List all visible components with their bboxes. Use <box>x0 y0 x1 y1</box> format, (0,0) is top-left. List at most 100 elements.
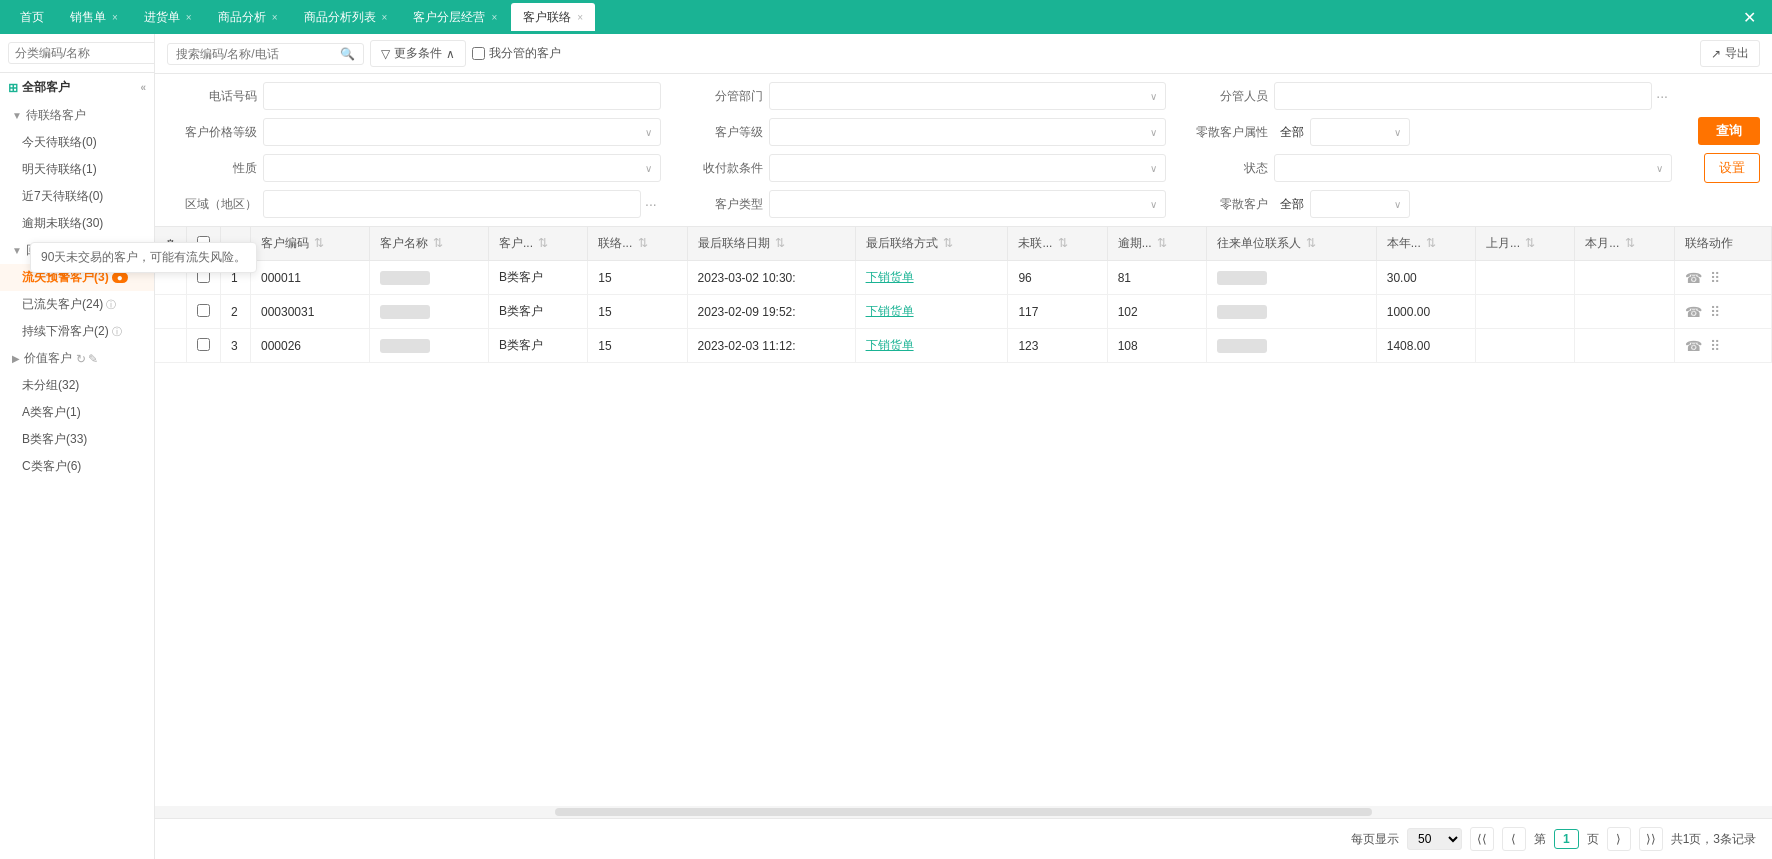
row-method-cell[interactable]: 下销货单 <box>855 295 1008 329</box>
tab-customer-contact-close[interactable]: × <box>577 12 583 23</box>
tab-sales-label: 销售单 <box>70 9 106 26</box>
col-customer-code[interactable]: 客户编码 ⇅ <box>251 227 370 261</box>
col-not-contacted[interactable]: 未联... ⇅ <box>1008 227 1107 261</box>
manager-select[interactable] <box>1274 82 1652 110</box>
tab-analysis[interactable]: 商品分析 × <box>206 3 290 31</box>
filter-icon: ▽ <box>381 47 390 61</box>
tab-home[interactable]: 首页 <box>8 3 56 31</box>
col-this-year[interactable]: 本年... ⇅ <box>1376 227 1475 261</box>
tab-purchase[interactable]: 进货单 × <box>132 3 204 31</box>
status-select[interactable]: ∨ <box>1274 154 1672 182</box>
more-icon-1[interactable]: ⠿ <box>1710 304 1720 320</box>
customer-type-select[interactable]: ∨ <box>769 190 1167 218</box>
export-button[interactable]: ↗ 导出 <box>1700 40 1760 67</box>
row-method-cell[interactable]: 下销货单 <box>855 261 1008 295</box>
more-icon-0[interactable]: ⠿ <box>1710 270 1720 286</box>
arrow-right-icon: ▶ <box>12 353 20 364</box>
col-contacts[interactable]: 联络... ⇅ <box>588 227 687 261</box>
payment-select[interactable]: ∨ <box>769 154 1167 182</box>
retail-attr-chevron-icon: ∨ <box>1394 127 1401 138</box>
collapse-icon[interactable]: « <box>140 82 146 93</box>
region-input[interactable] <box>263 190 641 218</box>
col-last-month[interactable]: 上月... ⇅ <box>1476 227 1575 261</box>
window-close-button[interactable]: ✕ <box>1735 8 1764 27</box>
last-page-btn[interactable]: ⟩⟩ <box>1639 827 1663 851</box>
tab-analysis-list-close[interactable]: × <box>382 12 388 23</box>
sidebar-item-class-a[interactable]: A类客户(1) <box>0 399 154 426</box>
customer-grade-label: 客户等级 <box>673 124 763 141</box>
per-page-select[interactable]: 50 100 <box>1407 828 1462 850</box>
current-page-number: 1 <box>1554 829 1579 849</box>
dept-select[interactable]: ∨ <box>769 82 1167 110</box>
col-not-contacted-label: 未联... <box>1018 236 1052 250</box>
sidebar-item-today[interactable]: 今天待联络(0) <box>0 129 154 156</box>
row-method-cell[interactable]: 下销货单 <box>855 329 1008 363</box>
tab-customer-contact[interactable]: 客户联络 × <box>511 3 595 31</box>
sidebar-item-ungrouped[interactable]: 未分组(32) <box>0 372 154 399</box>
refresh-icon[interactable]: ↻ <box>76 352 86 366</box>
col-customer-name[interactable]: 客户名称 ⇅ <box>370 227 489 261</box>
sidebar-item-tomorrow[interactable]: 明天待联络(1) <box>0 156 154 183</box>
tab-purchase-close[interactable]: × <box>186 12 192 23</box>
dept-chevron-icon: ∨ <box>1150 91 1157 102</box>
filter-row-4: 区域（地区） ··· 客户类型 ∨ 零散客户 <box>167 190 1672 218</box>
horizontal-scrollbar[interactable] <box>155 806 1772 818</box>
my-customers-checkbox-label[interactable]: 我分管的客户 <box>472 45 561 62</box>
churn-warning-badge: ● <box>112 272 128 283</box>
next-page-btn[interactable]: ⟩ <box>1607 827 1631 851</box>
retail-attr-select[interactable]: ∨ <box>1310 118 1410 146</box>
my-customers-checkbox[interactable] <box>472 47 485 60</box>
tab-sales[interactable]: 销售单 × <box>58 3 130 31</box>
tab-customer-tier[interactable]: 客户分层经营 × <box>401 3 509 31</box>
pending-group-label: 待联络客户 <box>26 107 86 124</box>
col-customer-type[interactable]: 客户... ⇅ <box>489 227 588 261</box>
sort-icon-code: ⇅ <box>314 236 324 250</box>
customer-grade-select[interactable]: ∨ <box>769 118 1167 146</box>
row-checkbox-1[interactable] <box>197 304 210 317</box>
row-code-cell: 00030031 <box>251 295 370 329</box>
sidebar-item-7days[interactable]: 近7天待联络(0) <box>0 183 154 210</box>
tab-customer-tier-close[interactable]: × <box>491 12 497 23</box>
tab-analysis-close[interactable]: × <box>272 12 278 23</box>
toolbar-search-input[interactable] <box>176 47 336 61</box>
query-button[interactable]: 查询 <box>1698 117 1760 145</box>
sidebar-item-class-b[interactable]: B类客户(33) <box>0 426 154 453</box>
contact-icon-0[interactable]: ☎ <box>1685 270 1702 286</box>
more-conditions-btn[interactable]: ▽ 更多条件 ∧ <box>370 40 466 67</box>
col-last-contact-method[interactable]: 最后联络方式 ⇅ <box>855 227 1008 261</box>
col-overdue[interactable]: 逾期... ⇅ <box>1107 227 1206 261</box>
sidebar-item-declining[interactable]: 持续下滑客户(2) ⓘ <box>0 318 154 345</box>
sidebar-group-pending: ▼ 待联络客户 今天待联络(0) 明天待联络(1) 近7天待联络(0) 逾期未联… <box>0 102 154 237</box>
settings-button[interactable]: 设置 <box>1704 153 1760 183</box>
phone-input[interactable] <box>263 82 661 110</box>
sidebar-search-input[interactable] <box>8 42 155 64</box>
sidebar-item-overdue[interactable]: 逾期未联络(30) <box>0 210 154 237</box>
row-this-month-cell <box>1575 295 1674 329</box>
scrollbar-thumb[interactable] <box>555 808 1372 816</box>
region-more-icon[interactable]: ··· <box>641 196 661 212</box>
tab-sales-close[interactable]: × <box>112 12 118 23</box>
row-code-cell: 000011 <box>251 261 370 295</box>
more-icon-2[interactable]: ⠿ <box>1710 338 1720 354</box>
sidebar-all-customers[interactable]: ⊞ 全部客户 « <box>0 73 154 102</box>
edit-icon[interactable]: ✎ <box>88 352 98 366</box>
prev-page-btn[interactable]: ⟨ <box>1502 827 1526 851</box>
row-checkbox-2[interactable] <box>197 338 210 351</box>
col-this-month[interactable]: 本月... ⇅ <box>1575 227 1674 261</box>
sidebar-item-class-c[interactable]: C类客户(6) <box>0 453 154 480</box>
col-unit-contact[interactable]: 往来单位联系人 ⇅ <box>1206 227 1376 261</box>
tab-home-label: 首页 <box>20 9 44 26</box>
first-page-btn[interactable]: ⟨⟨ <box>1470 827 1494 851</box>
price-grade-select[interactable]: ∨ <box>263 118 661 146</box>
sidebar-group-value-title[interactable]: ▶ 价值客户 ↻ ✎ <box>0 345 154 372</box>
tab-analysis-list[interactable]: 商品分析列表 × <box>292 3 400 31</box>
retail-customer-select[interactable]: ∨ <box>1310 190 1410 218</box>
sidebar-item-churned[interactable]: 已流失客户(24) ⓘ <box>0 291 154 318</box>
sidebar-group-pending-title[interactable]: ▼ 待联络客户 <box>0 102 154 129</box>
contact-icon-1[interactable]: ☎ <box>1685 304 1702 320</box>
col-last-contact-date[interactable]: 最后联络日期 ⇅ <box>687 227 855 261</box>
manager-more-icon[interactable]: ··· <box>1652 88 1672 104</box>
contact-icon-2[interactable]: ☎ <box>1685 338 1702 354</box>
gender-select[interactable]: ∨ <box>263 154 661 182</box>
toolbar-search-icon[interactable]: 🔍 <box>340 47 355 61</box>
